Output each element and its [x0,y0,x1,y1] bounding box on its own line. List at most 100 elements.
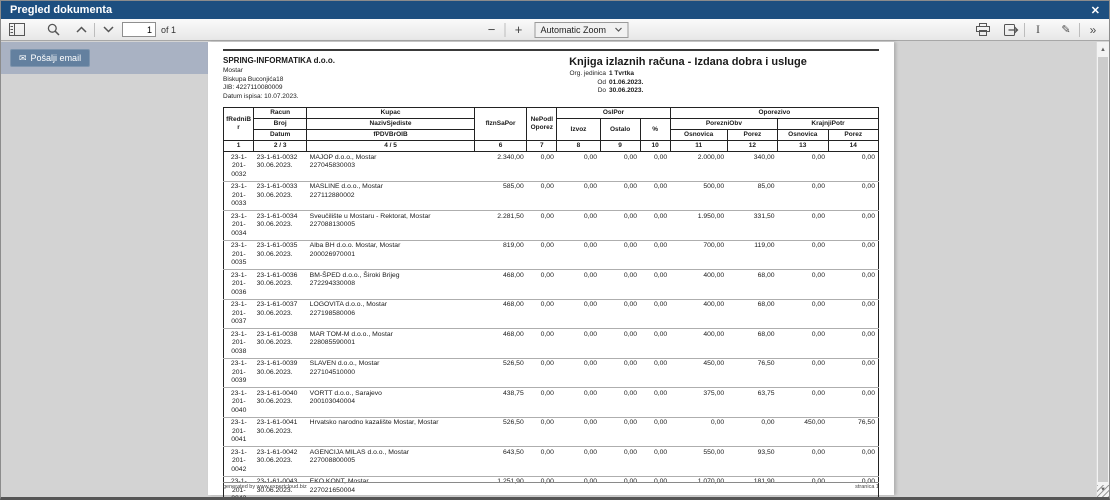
col-header: fIznSaPor [473,107,528,141]
sidebar-toggle-icon[interactable] [7,21,27,39]
scrollbar-thumb[interactable] [1098,57,1108,482]
col-number: 13 [777,140,829,152]
col-header: Porez [827,129,879,141]
cell-amount: 450,00 [777,417,828,447]
cell-amount: 0,00 [600,387,641,418]
cell-amount: 0,00 [600,210,641,241]
cell-naziv-oib: Alba BH d.o.o. Mostar, Mostar 20002697000… [306,240,475,270]
cell-amount: 375,00 [670,387,728,418]
cell-broj-datum: 23-1-61-0040 30.06.2023. [253,387,307,418]
page-count-label: of 1 [161,24,177,35]
cell-amount: 0,00 [556,299,601,329]
close-icon[interactable]: ✕ [1091,4,1100,17]
col-number: 6 [473,140,528,152]
cell-amount: 643,50 [474,446,527,477]
cell-amount: 0,00 [556,210,601,241]
table-row: 23-1-201- 0042 23-1-61-0042 30.06.2023. AGE… [223,446,879,477]
more-tools-icon[interactable]: » [1083,21,1103,39]
resize-grip-icon[interactable] [1097,485,1109,497]
date-from-value: 01.06.2023. [609,78,644,86]
previous-page-icon[interactable] [71,21,91,39]
divider [1079,22,1080,37]
table-row: 23-1-201- 0033 23-1-61-0033 30.06.2023. MAS… [223,181,879,211]
send-email-label: Pošalji email [30,53,82,63]
cell-amount: 468,00 [474,328,527,359]
cell-amount: 68,00 [727,328,778,359]
cell-amount: 0,00 [556,151,601,182]
cell-amount: 0,00 [828,181,879,211]
cell-amount: 0,00 [526,269,557,300]
cell-amount: 0,00 [526,358,557,388]
col-number: 7 [526,140,558,152]
col-header: Ostalo [599,118,641,141]
col-header: % [639,118,671,141]
vertical-scrollbar[interactable]: ▲ ▼ [1096,42,1109,497]
envelope-icon: ✉ [19,52,27,63]
zoom-out-button[interactable]: − [482,21,502,39]
cell-amount: 0,00 [828,387,879,418]
cell-amount: 700,00 [670,240,728,270]
scroll-up-icon[interactable]: ▲ [1097,43,1109,56]
cell-amount: 0,00 [600,151,641,182]
next-page-icon[interactable] [98,21,118,39]
company-city: Mostar [223,67,243,74]
table-row: 23-1-201- 0035 23-1-61-0035 30.06.2023. Alb… [223,240,879,270]
cell-redni-broj: 23-1-201- 0040 [223,387,254,418]
col-header: Kupac [306,107,475,119]
cell-amount: 0,00 [828,269,879,300]
cell-amount: 526,50 [474,417,527,447]
col-header: Broj [253,118,308,130]
divider [94,22,95,37]
print-date: Datum ispisa: 10.07.2023. [223,92,299,100]
titlebar: Pregled dokumenta ✕ [1,1,1109,19]
col-header: NazivSjediste [306,118,475,130]
zoom-in-button[interactable]: + [509,21,529,39]
cell-amount: 0,00 [828,358,879,388]
col-number: 1 [222,140,255,152]
window-title: Pregled dokumenta [10,4,113,16]
cell-amount: 0,00 [600,358,641,388]
cell-amount: 0,00 [526,181,557,211]
cell-amount: 63,75 [727,387,778,418]
send-email-button[interactable]: ✉ Pošalji email [10,49,91,67]
cell-amount: 0,00 [828,210,879,241]
footer-generated-by: generated by www.expertcloud.biz [223,484,307,490]
cell-redni-broj: 23-1-201- 0042 [223,446,254,477]
cell-amount: 0,00 [526,446,557,477]
invoice-table-body: 23-1-201- 0032 23-1-61-0032 30.06.2023. MAJ… [223,151,879,497]
search-icon[interactable] [43,21,63,39]
cell-amount: 0,00 [526,328,557,359]
cell-amount: 0,00 [600,417,641,447]
cell-redni-broj: 23-1-201- 0033 [223,181,254,211]
cell-naziv-oib: Sveučilište u Mostaru - Rektorat, Mostar… [306,210,475,241]
chevron-down-icon [615,27,622,32]
cell-amount: 0,00 [556,328,601,359]
cell-amount: 0,00 [777,358,828,388]
zoom-select[interactable]: Automatic Zoom [534,21,629,38]
page-number-input[interactable] [122,22,156,37]
cell-redni-broj: 23-1-201- 0039 [223,358,254,388]
col-number: 2 / 3 [253,140,308,152]
ink-edit-icon[interactable]: ✎ [1056,21,1076,39]
col-header: Osnovica [669,129,728,141]
zoom-select-value: Automatic Zoom [540,24,607,35]
download-icon[interactable] [1001,21,1021,39]
col-number: 4 / 5 [306,140,475,152]
cell-amount: 0,00 [640,240,671,270]
cell-amount: 0,00 [777,210,828,241]
cell-amount: 0,00 [640,181,671,211]
cell-broj-datum: 23-1-61-0041 30.06.2023. [253,417,307,447]
date-from-label: Od [597,78,606,86]
print-icon[interactable] [973,21,993,39]
cell-amount: 68,00 [727,269,778,300]
cell-redni-broj: 23-1-201- 0035 [223,240,254,270]
cell-amount: 0,00 [828,151,879,182]
cell-amount: 0,00 [556,269,601,300]
cell-amount: 400,00 [670,269,728,300]
text-edit-icon[interactable]: I [1028,21,1048,39]
table-row: 23-1-201- 0039 23-1-61-0039 30.06.2023. SLA… [223,358,879,388]
cell-amount: 0,00 [777,387,828,418]
cell-amount: 0,00 [526,387,557,418]
col-number: 11 [669,140,728,152]
cell-naziv-oib: BM-ŠPED d.o.o., Široki Brijeg 27229433000… [306,269,475,300]
